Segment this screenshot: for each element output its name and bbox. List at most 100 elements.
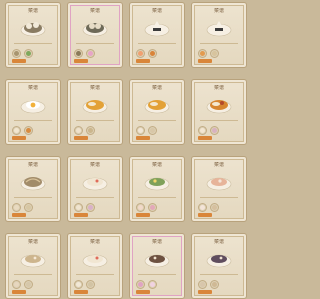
dish-image <box>19 170 47 192</box>
price-badge <box>12 59 26 63</box>
recipe-card[interactable]: 菜谱 <box>129 2 185 68</box>
ingredient-dot-icon <box>76 127 81 133</box>
divider <box>200 274 238 275</box>
recipe-title: 菜谱 <box>213 239 224 245</box>
divider <box>76 120 114 121</box>
ingredient-icon <box>136 279 145 289</box>
divider <box>76 197 114 198</box>
recipe-card[interactable]: 菜谱 <box>191 2 247 68</box>
divider <box>14 197 52 198</box>
recipe-card[interactable]: 菜谱 <box>67 2 123 68</box>
recipe-card[interactable]: 菜谱 <box>67 233 123 299</box>
ingredient-icon <box>12 279 21 289</box>
price-badge <box>74 59 88 63</box>
divider <box>14 274 52 275</box>
ingredient-dot-icon <box>26 50 31 56</box>
ingredient-list <box>198 125 240 135</box>
ingredient-icon <box>148 202 157 212</box>
dish-image <box>81 170 109 192</box>
dish-image <box>143 16 171 38</box>
ingredient-dot-icon <box>138 204 143 210</box>
price-badge <box>198 136 212 140</box>
ingredient-dot-icon <box>14 127 19 133</box>
ingredient-dot-icon <box>200 281 205 287</box>
recipe-card[interactable]: 菜谱 <box>5 2 61 68</box>
ingredient-dot-icon <box>88 281 93 287</box>
ingredient-list <box>136 202 178 212</box>
recipe-grid: 菜谱 菜谱 菜谱 菜谱 菜谱 菜谱 菜谱 菜谱 菜谱 菜谱 菜谱 菜谱 菜谱 菜谱 菜谱 菜谱 <box>0 0 250 299</box>
ingredient-icon <box>86 279 95 289</box>
ingredient-icon <box>198 48 207 58</box>
price-badge <box>136 213 150 217</box>
price-badge <box>74 136 88 140</box>
recipe-card[interactable]: 菜谱 <box>191 156 247 222</box>
recipe-title: 菜谱 <box>213 8 224 14</box>
ingredient-dot-icon <box>212 281 217 287</box>
dish-image <box>143 170 171 192</box>
recipe-card[interactable]: 菜谱 <box>67 156 123 222</box>
ingredient-dot-icon <box>14 281 19 287</box>
divider <box>14 120 52 121</box>
recipe-card[interactable]: 菜谱 <box>5 156 61 222</box>
recipe-title: 菜谱 <box>27 239 38 245</box>
divider <box>138 274 176 275</box>
ingredient-dot-icon <box>26 204 31 210</box>
price-badge <box>74 213 88 217</box>
ingredient-icon <box>210 125 219 135</box>
dish-image <box>205 93 233 115</box>
ingredient-list <box>198 48 240 58</box>
recipe-card[interactable]: 菜谱 <box>5 233 61 299</box>
ingredient-dot-icon <box>150 281 155 287</box>
ingredient-dot-icon <box>88 50 93 56</box>
ingredient-icon <box>24 202 33 212</box>
recipe-card[interactable]: 菜谱 <box>191 79 247 145</box>
recipe-card[interactable]: 菜谱 <box>191 233 247 299</box>
ingredient-icon <box>86 48 95 58</box>
price-badge <box>12 213 26 217</box>
ingredient-dot-icon <box>26 127 31 133</box>
dish-image <box>19 247 47 269</box>
price-badge <box>198 59 212 63</box>
recipe-title: 菜谱 <box>89 239 100 245</box>
divider <box>138 120 176 121</box>
ingredient-list <box>12 125 54 135</box>
divider <box>138 197 176 198</box>
ingredient-icon <box>136 125 145 135</box>
ingredient-list <box>74 202 116 212</box>
recipe-title: 菜谱 <box>27 8 38 14</box>
price-badge <box>12 136 26 140</box>
ingredient-icon <box>198 279 207 289</box>
dish-image <box>81 93 109 115</box>
recipe-card[interactable]: 菜谱 <box>67 79 123 145</box>
ingredient-dot-icon <box>150 50 155 56</box>
price-badge <box>198 213 212 217</box>
recipe-title: 菜谱 <box>89 85 100 91</box>
ingredient-list <box>136 125 178 135</box>
ingredient-icon <box>12 48 21 58</box>
ingredient-list <box>74 125 116 135</box>
ingredient-icon <box>136 202 145 212</box>
ingredient-dot-icon <box>88 204 93 210</box>
recipe-title: 菜谱 <box>151 239 162 245</box>
ingredient-icon <box>24 125 33 135</box>
ingredient-list <box>74 48 116 58</box>
recipe-card[interactable]: 菜谱 <box>5 79 61 145</box>
ingredient-dot-icon <box>200 127 205 133</box>
ingredient-list <box>136 48 178 58</box>
recipe-card[interactable]: 菜谱 <box>129 233 185 299</box>
recipe-card[interactable]: 菜谱 <box>129 79 185 145</box>
ingredient-icon <box>198 125 207 135</box>
divider <box>138 43 176 44</box>
ingredient-icon <box>86 125 95 135</box>
divider <box>76 43 114 44</box>
ingredient-dot-icon <box>212 127 217 133</box>
dish-image <box>205 170 233 192</box>
divider <box>200 197 238 198</box>
ingredient-icon <box>24 279 33 289</box>
ingredient-icon <box>148 48 157 58</box>
divider <box>200 120 238 121</box>
ingredient-dot-icon <box>200 204 205 210</box>
recipe-card[interactable]: 菜谱 <box>129 156 185 222</box>
ingredient-dot-icon <box>88 127 93 133</box>
ingredient-dot-icon <box>212 50 217 56</box>
